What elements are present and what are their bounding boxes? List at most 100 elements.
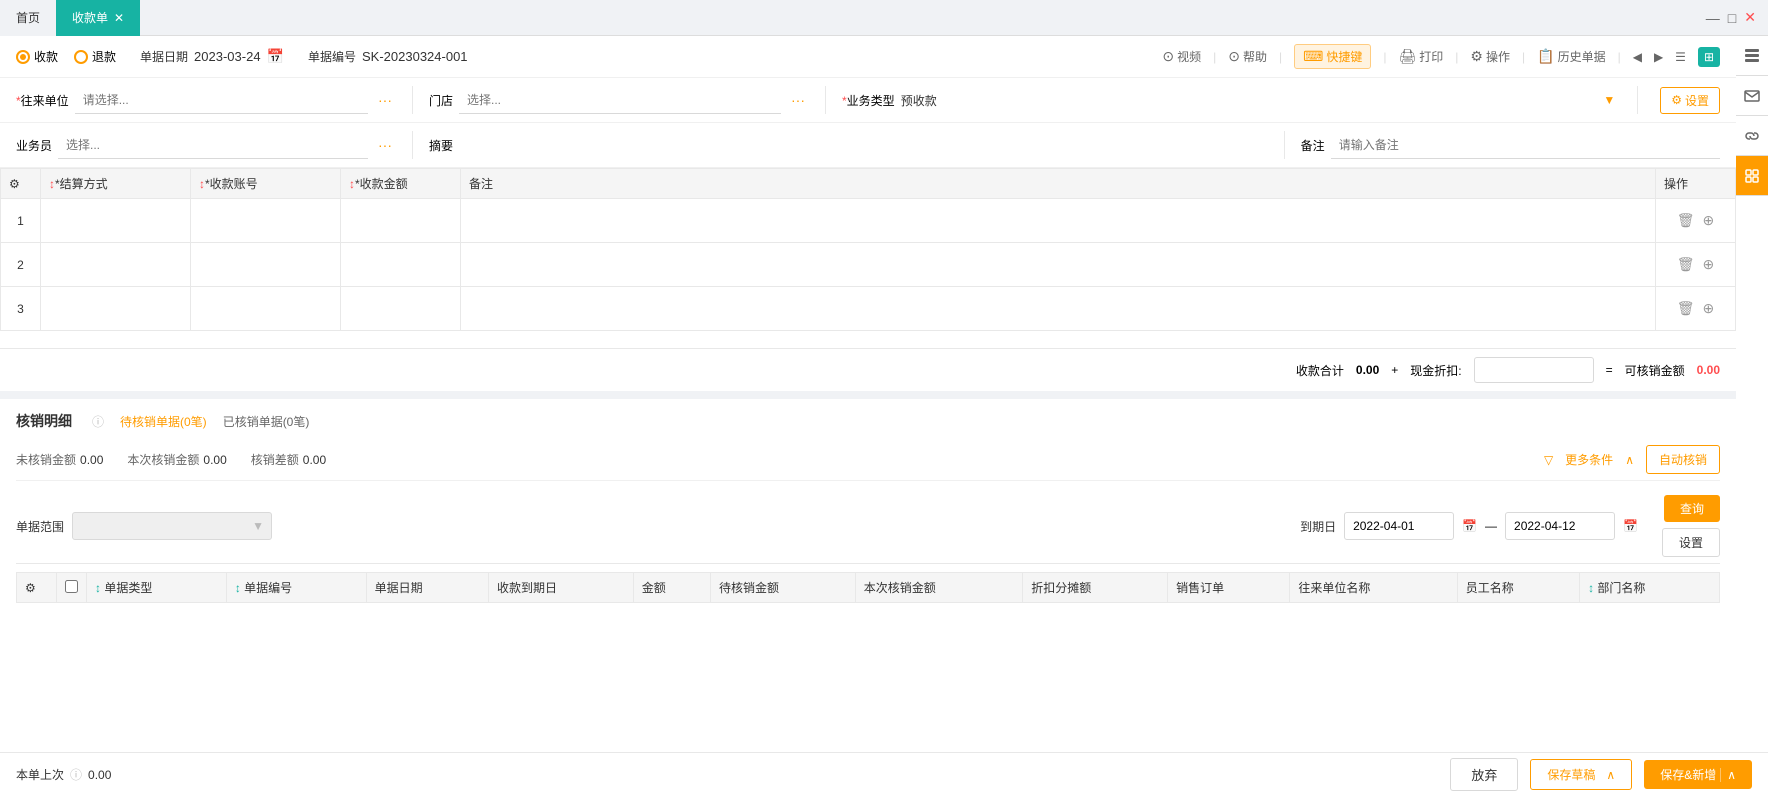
store-more-icon[interactable]: ··· <box>787 92 809 108</box>
biz-type-dropdown-icon[interactable]: ▼ <box>1603 93 1615 107</box>
date-to-input[interactable] <box>1505 512 1615 540</box>
hexiao-pending-tab[interactable]: 待核销单据(0笔) <box>120 413 207 430</box>
action-list[interactable]: ☰ <box>1675 50 1686 64</box>
current-value: 0.00 <box>203 453 226 467</box>
biz-type-group: *业务类型 预收款 ▼ ⚙ 设置 <box>842 86 1720 114</box>
side-email-svg <box>1744 88 1760 104</box>
header-row: 收款 退款 单据日期 2023-03-24 📅 单据编号 SK-20230324… <box>0 36 1736 78</box>
tab-close-icon[interactable]: ✕ <box>114 11 124 25</box>
row-account-2[interactable] <box>191 243 341 287</box>
from-unit-input[interactable] <box>75 86 368 114</box>
date-to-calendar-icon[interactable]: 📅 <box>1623 519 1638 533</box>
action-help-label: 帮助 <box>1243 48 1267 65</box>
date-from-calendar-icon[interactable]: 📅 <box>1462 519 1477 533</box>
action-shortcut-label: 快捷键 <box>1326 48 1362 65</box>
summary-input[interactable] <box>459 131 1268 159</box>
row-idx-1: 1 <box>1 199 41 243</box>
save-new-group: 保存&新增 ∧ <box>1644 760 1752 789</box>
cash-discount-input[interactable] <box>1474 357 1594 383</box>
nav-next-icon: ▶ <box>1654 50 1663 64</box>
history-icon: 📋 <box>1537 48 1554 65</box>
row-remark-1[interactable] <box>461 199 1656 243</box>
row-delete-1[interactable]: 🗑 <box>1677 212 1695 229</box>
row-remark-2[interactable] <box>461 243 1656 287</box>
maximize-icon[interactable]: □ <box>1728 10 1736 26</box>
action-video-label: 视频 <box>1177 48 1201 65</box>
tab-receipt[interactable]: 收款单 ✕ <box>56 0 140 36</box>
action-nav-next[interactable]: ▶ <box>1654 50 1663 64</box>
salesman-more-icon[interactable]: ··· <box>374 137 396 153</box>
settings-button[interactable]: ⚙ 设置 <box>1660 87 1720 114</box>
scope-select[interactable] <box>72 512 272 540</box>
row-amount-3[interactable] <box>341 287 461 331</box>
calendar-icon[interactable]: 📅 <box>267 48 284 65</box>
row-ops-2: 🗑 ⊕ <box>1656 243 1736 287</box>
select-all-checkbox[interactable] <box>65 580 78 593</box>
more-conditions-label[interactable]: 更多条件 <box>1565 451 1613 468</box>
radio-refund[interactable]: 退款 <box>74 48 116 65</box>
save-new-chevron-icon[interactable]: ∧ <box>1720 768 1736 782</box>
scope-select-wrapper: ▼ <box>72 512 272 540</box>
bth-settings[interactable]: ⚙ <box>17 573 57 603</box>
row-remark-3[interactable] <box>461 287 1656 331</box>
row-settlement-2[interactable] <box>41 243 191 287</box>
store-input[interactable] <box>459 86 781 114</box>
abandon-button[interactable]: 放弃 <box>1450 758 1518 791</box>
from-unit-more-icon[interactable]: ··· <box>374 92 396 108</box>
row-delete-2[interactable]: 🗑 <box>1677 256 1695 273</box>
auto-hexiao-button[interactable]: 自动核销 <box>1646 445 1720 474</box>
minimize-icon[interactable]: — <box>1706 10 1720 26</box>
hexiao-done-tab[interactable]: 已核销单据(0笔) <box>223 413 310 430</box>
bth-amount: 金额 <box>633 573 710 603</box>
side-email-icon[interactable] <box>1736 76 1768 116</box>
row-delete-3[interactable]: 🗑 <box>1677 300 1695 317</box>
row-copy-3[interactable]: ⊕ <box>1703 300 1715 317</box>
side-link-icon[interactable] <box>1736 116 1768 156</box>
action-help[interactable]: ⊙ 帮助 <box>1228 48 1267 65</box>
filter-more-icon[interactable]: ▽ <box>1544 453 1553 467</box>
action-print[interactable]: 🖨 打印 <box>1399 48 1444 65</box>
action-grid[interactable]: ⊞ <box>1698 47 1720 67</box>
radio-refund-dot <box>74 50 88 64</box>
side-table-icon[interactable] <box>1736 36 1768 76</box>
hexiao-info-icon[interactable]: ⓘ <box>92 413 104 430</box>
save-new-button[interactable]: 保存&新增 ∧ <box>1644 760 1752 789</box>
row-copy-1[interactable]: ⊕ <box>1703 212 1715 229</box>
query-button[interactable]: 查询 <box>1664 495 1720 522</box>
th-remark: 备注 <box>461 169 1656 199</box>
settings-btn-label: 设置 <box>1685 92 1709 109</box>
chevron-up-icon[interactable]: ∧ <box>1625 453 1634 467</box>
salesman-input[interactable] <box>58 131 368 159</box>
action-history[interactable]: 📋 历史单据 <box>1537 48 1605 65</box>
row-account-1[interactable] <box>191 199 341 243</box>
radio-receipt[interactable]: 收款 <box>16 48 58 65</box>
row-amount-2[interactable] <box>341 243 461 287</box>
row-copy-2[interactable]: ⊕ <box>1703 256 1715 273</box>
fields-row-1: *往来单位 ··· 门店 ··· *业务类型 预收款 ▼ <box>0 78 1736 123</box>
bth-dept: ↕ 部门名称 <box>1580 573 1720 603</box>
row-settlement-1[interactable] <box>41 199 191 243</box>
row-amount-1[interactable] <box>341 199 461 243</box>
hexiao-stats: 未核销金额 0.00 本次核销金额 0.00 核销差额 0.00 ▽ 更多条件 … <box>16 439 1720 481</box>
bth-doc-type: ↕ 单据类型 <box>87 573 227 603</box>
date-from-input[interactable] <box>1344 512 1454 540</box>
action-video[interactable]: ⊙ 视频 <box>1162 48 1201 65</box>
row-settlement-3[interactable] <box>41 287 191 331</box>
tab-home[interactable]: 首页 <box>0 0 56 36</box>
divider3: | <box>1383 50 1386 64</box>
action-shortcut[interactable]: ⌨ 快捷键 <box>1294 44 1371 69</box>
hexiao-settings-button[interactable]: 设置 <box>1662 528 1720 557</box>
row-account-3[interactable] <box>191 287 341 331</box>
diff-label: 核销差额 <box>251 451 299 468</box>
remark-input[interactable] <box>1331 131 1720 159</box>
save-draft-chevron-icon[interactable]: ∧ <box>1599 768 1615 782</box>
th-settings[interactable]: ⚙ <box>1 169 41 199</box>
side-expand-icon[interactable] <box>1736 156 1768 196</box>
action-nav-prev[interactable]: ◀ <box>1633 50 1642 64</box>
close-icon[interactable]: ✕ <box>1744 9 1756 26</box>
th-amount: ↕*收款金额 <box>341 169 461 199</box>
action-ops[interactable]: ⚙ 操作 <box>1470 48 1510 65</box>
current-label: 本次核销金额 <box>127 451 199 468</box>
bottom-info-icon[interactable]: ⓘ <box>70 766 82 783</box>
save-draft-button[interactable]: 保存草稿 ∧ <box>1530 759 1632 790</box>
